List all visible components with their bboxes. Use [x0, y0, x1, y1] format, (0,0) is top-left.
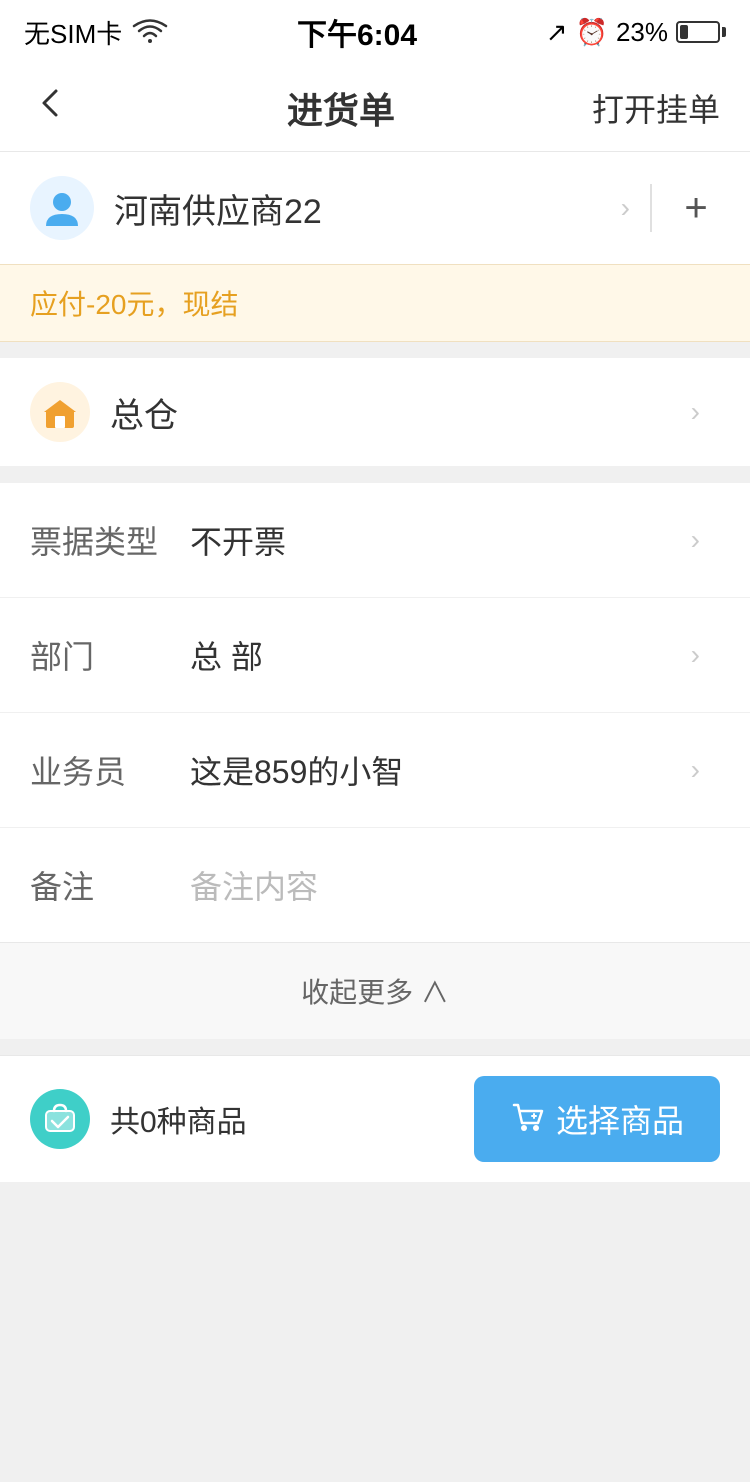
invoice-type-label: 票据类型 — [30, 517, 190, 563]
product-icon — [30, 1089, 90, 1149]
open-pending-button[interactable]: 打开挂单 — [592, 85, 720, 131]
nav-bar: 进货单 打开挂单 — [0, 64, 750, 152]
invoice-type-chevron-icon: › — [691, 524, 700, 556]
department-label: 部门 — [30, 632, 190, 678]
supplier-chevron-icon: › — [621, 192, 630, 224]
person-icon — [42, 188, 82, 228]
warehouse-icon — [30, 382, 90, 442]
warehouse-chevron-icon: › — [691, 396, 700, 428]
wifi-icon — [132, 19, 168, 45]
department-row[interactable]: 部门 总 部 › — [0, 598, 750, 713]
status-time: 下午6:04 — [297, 10, 417, 54]
invoice-type-value: 不开票 — [190, 517, 691, 563]
status-right: ↗ ⏰ 23% — [546, 17, 726, 48]
supplier-section: 河南供应商22 › + 应付-20元，现结 — [0, 152, 750, 342]
salesperson-label: 业务员 — [30, 747, 190, 793]
remark-input[interactable]: 备注内容 — [190, 862, 720, 908]
status-left: 无SIM卡 — [24, 14, 168, 51]
product-count: 共0种商品 — [110, 1097, 474, 1141]
invoice-type-row[interactable]: 票据类型 不开票 › — [0, 483, 750, 598]
status-bar: 无SIM卡 下午6:04 ↗ ⏰ 23% — [0, 0, 750, 64]
divider — [650, 184, 652, 232]
supplier-row[interactable]: 河南供应商22 › + — [0, 152, 750, 264]
warehouse-row[interactable]: 总仓 › — [0, 358, 750, 467]
salesperson-chevron-icon: › — [691, 754, 700, 786]
salesperson-value: 这是859的小智 — [190, 747, 691, 793]
form-section: 票据类型 不开票 › 部门 总 部 › 业务员 这是859的小智 › 备注 备注… — [0, 483, 750, 1039]
select-product-button[interactable]: 选择商品 — [474, 1076, 720, 1162]
background-fill — [0, 1182, 750, 1482]
warehouse-name: 总仓 — [110, 388, 691, 437]
remark-label: 备注 — [30, 862, 190, 908]
add-supplier-button[interactable]: + — [672, 184, 720, 232]
collapse-label: 收起更多 ∧ — [301, 971, 449, 1011]
cart-icon — [510, 1101, 546, 1137]
remark-row[interactable]: 备注 备注内容 — [0, 828, 750, 942]
supplier-avatar — [30, 176, 94, 240]
department-value: 总 部 — [190, 632, 691, 678]
alert-banner: 应付-20元，现结 — [0, 264, 750, 342]
warehouse-section: 总仓 › — [0, 358, 750, 467]
bottom-bar: 共0种商品 选择商品 — [0, 1055, 750, 1182]
department-chevron-icon: › — [691, 639, 700, 671]
location-icon: ↗ — [546, 17, 568, 48]
collapse-button[interactable]: 收起更多 ∧ — [0, 942, 750, 1039]
alarm-icon: ⏰ — [576, 17, 608, 48]
carrier-label: 无SIM卡 — [24, 14, 122, 51]
battery-icon — [676, 21, 726, 43]
salesperson-row[interactable]: 业务员 这是859的小智 › — [0, 713, 750, 828]
page-title: 进货单 — [287, 82, 395, 134]
battery-label: 23% — [616, 17, 668, 48]
select-product-label: 选择商品 — [556, 1096, 684, 1142]
back-button[interactable] — [30, 83, 90, 132]
supplier-name: 河南供应商22 — [114, 184, 621, 233]
